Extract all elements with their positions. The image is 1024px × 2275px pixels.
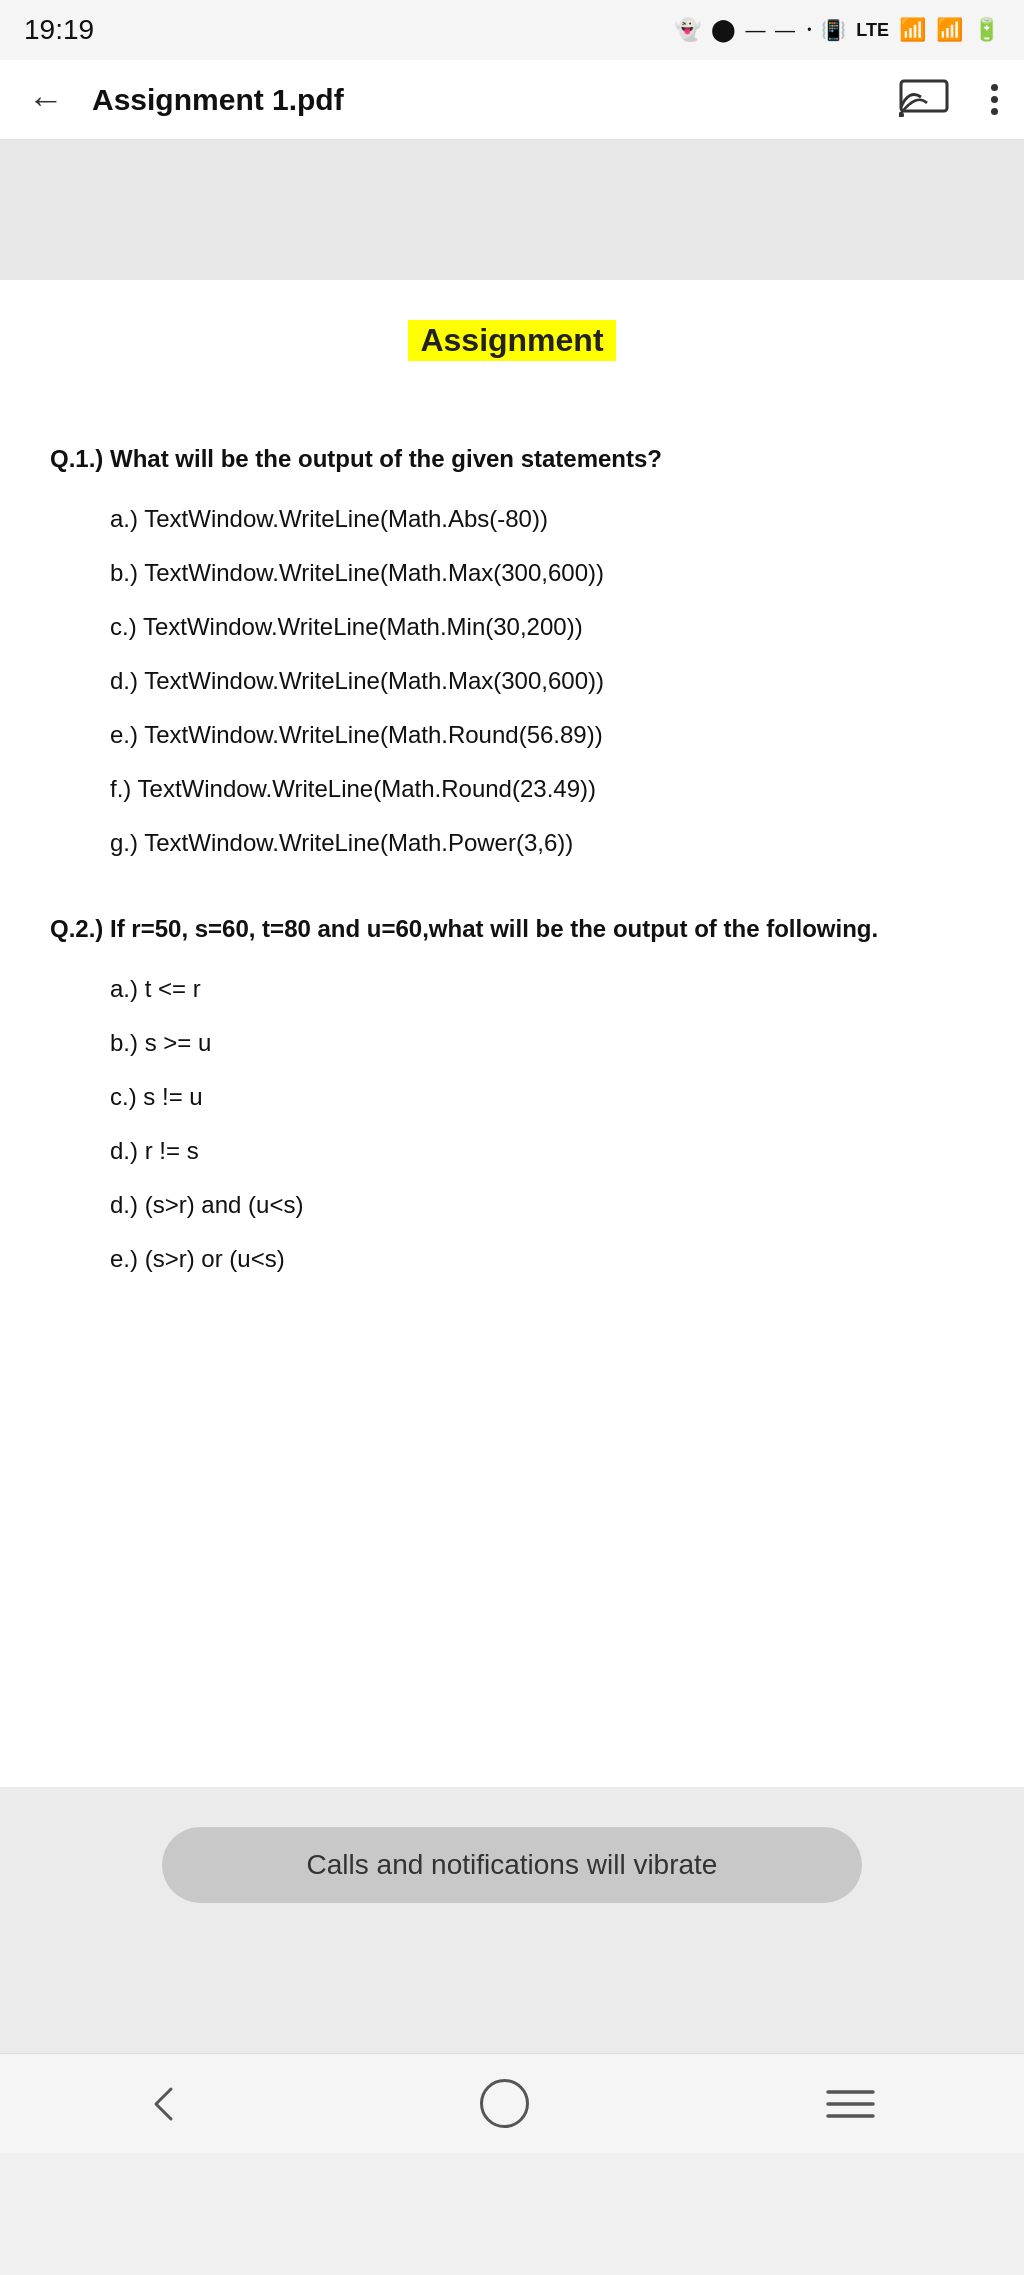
q1-item-e: e.) TextWindow.WriteLine(Math.Round(56.8… xyxy=(110,717,974,753)
question-1-header: Q.1.) What will be the output of the giv… xyxy=(50,441,974,477)
status-icons: 👻 ⬤ — — • 📳 LTE 📶 📶 🔋 xyxy=(674,17,1000,43)
page-title: Assignment 1.pdf xyxy=(92,83,879,117)
q1-item-g: g.) TextWindow.WriteLine(Math.Power(3,6)… xyxy=(110,825,974,861)
status-time: 19:19 xyxy=(24,14,94,46)
vibrate-icon: 📳 xyxy=(821,18,846,42)
pdf-bottom-space xyxy=(50,1327,974,1727)
top-bar: ← Assignment 1.pdf xyxy=(0,60,1024,140)
q1-item-f: f.) TextWindow.WriteLine(Math.Round(23.4… xyxy=(110,771,974,807)
dot3 xyxy=(991,108,998,115)
dot2 xyxy=(991,96,998,103)
back-arrow-icon: ← xyxy=(28,79,64,120)
nav-menu-button[interactable] xyxy=(793,2074,908,2134)
nav-home-icon xyxy=(477,2076,532,2131)
svg-point-1 xyxy=(899,112,904,117)
question-2-header: Q.2.) If r=50, s=60, t=80 and u=60,what … xyxy=(50,911,974,947)
notification-icon: 👻 xyxy=(674,17,701,43)
overflow-menu-button[interactable] xyxy=(985,78,1004,121)
question-1-block: Q.1.) What will be the output of the giv… xyxy=(50,441,974,861)
battery-icon: 🔋 xyxy=(973,17,1000,43)
q1-item-a: a.) TextWindow.WriteLine(Math.Abs(-80)) xyxy=(110,501,974,537)
notification-pill: Calls and notifications will vibrate xyxy=(162,1827,862,1903)
q2-item-d2: d.) (s>r) and (u<s) xyxy=(110,1187,974,1223)
back-button[interactable]: ← xyxy=(20,71,72,129)
below-notification-space xyxy=(0,1933,1024,2053)
q2-item-d1: d.) r != s xyxy=(110,1133,974,1169)
pdf-title: Assignment xyxy=(408,320,615,361)
bottom-navigation xyxy=(0,2053,1024,2153)
q2-item-e: e.) (s>r) or (u<s) xyxy=(110,1241,974,1277)
cast-icon xyxy=(899,79,949,117)
signal-icon: 📶 xyxy=(936,17,963,43)
cast-button[interactable] xyxy=(899,79,949,121)
dash1: — — xyxy=(746,19,798,42)
nav-back-icon xyxy=(146,2079,186,2129)
q1-item-b: b.) TextWindow.WriteLine(Math.Max(300,60… xyxy=(110,555,974,591)
pdf-title-wrapper: Assignment xyxy=(50,320,974,401)
lte-icon: LTE xyxy=(856,20,889,41)
pdf-content: Assignment Q.1.) What will be the output… xyxy=(0,280,1024,1787)
dot-icon: • xyxy=(807,23,811,37)
q1-item-d: d.) TextWindow.WriteLine(Math.Max(300,60… xyxy=(110,663,974,699)
question-2-block: Q.2.) If r=50, s=60, t=80 and u=60,what … xyxy=(50,911,974,1277)
q2-item-c: c.) s != u xyxy=(110,1079,974,1115)
status-bar: 19:19 👻 ⬤ — — • 📳 LTE 📶 📶 🔋 xyxy=(0,0,1024,60)
wifi-icon: 📶 xyxy=(899,17,926,43)
top-spacer xyxy=(0,140,1024,280)
q2-item-a: a.) t <= r xyxy=(110,971,974,1007)
svg-point-2 xyxy=(481,2081,527,2127)
nav-back-button[interactable] xyxy=(116,2069,216,2139)
nav-home-button[interactable] xyxy=(447,2066,562,2141)
q1-item-c: c.) TextWindow.WriteLine(Math.Min(30,200… xyxy=(110,609,974,645)
notification-bar: Calls and notifications will vibrate xyxy=(0,1787,1024,1933)
notification-text: Calls and notifications will vibrate xyxy=(307,1849,718,1880)
dot1 xyxy=(991,84,998,91)
q2-item-b: b.) s >= u xyxy=(110,1025,974,1061)
nav-menu-icon xyxy=(823,2084,878,2124)
chat-icon: ⬤ xyxy=(711,17,736,43)
